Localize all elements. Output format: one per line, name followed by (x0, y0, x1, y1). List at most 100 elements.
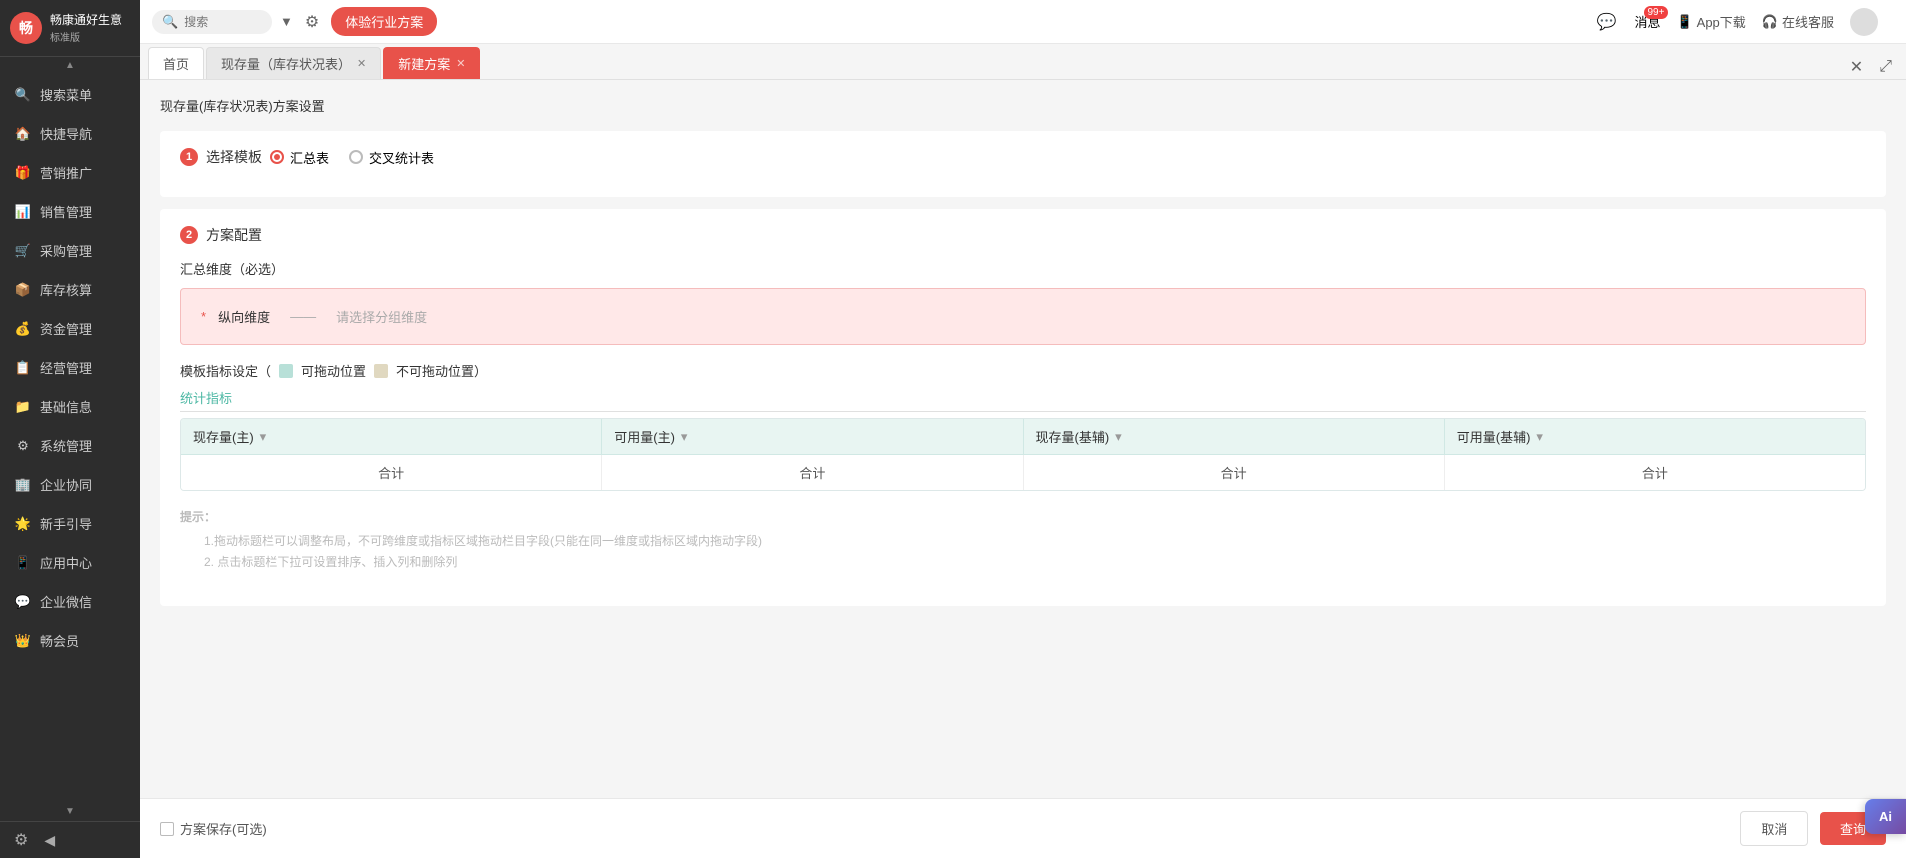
required-mark: * (201, 309, 206, 324)
weixin-icon: 💬 (14, 593, 32, 611)
customer-service-icon: 🎧 (1762, 14, 1778, 30)
tab-new-plan[interactable]: 新建方案✕ (383, 47, 480, 79)
scroll-up-arrow[interactable]: ▲ (65, 61, 75, 71)
sidebar-item-inventory[interactable]: 📦 库存核算 (0, 270, 140, 309)
sidebar-collapse-icon[interactable]: ◀ (44, 832, 55, 849)
member-icon: 👑 (14, 632, 32, 650)
finance-icon: 💰 (14, 320, 32, 338)
sidebar-item-member[interactable]: 👑畅会员 (0, 621, 140, 660)
sidebar-item-sales[interactable]: 📊销售管理 (0, 192, 140, 231)
stats-col-label-2: 现存量(基辅) (1036, 427, 1110, 446)
topbar-dropdown-icon[interactable]: ▼ (280, 14, 293, 29)
tab-label-home: 首页 (163, 54, 189, 73)
industry-solution-button[interactable]: 体验行业方案 (331, 7, 437, 36)
sidebar-item-operations[interactable]: 📋经营管理 (0, 348, 140, 387)
sidebar-item-purchase[interactable]: 🛒采购管理 (0, 231, 140, 270)
tips-area: 提示： 1.拖动标题栏可以调整布局，不可跨维度或指标区域拖动栏目字段(只能在同一… (180, 507, 1866, 574)
search-icon: 🔍 (162, 14, 178, 30)
app-download-link[interactable]: 📱 App下载 (1676, 12, 1745, 31)
sidebar-item-quick-nav[interactable]: 🏠快捷导航 (0, 114, 140, 153)
sidebar-scroll-down[interactable]: ▼ (0, 803, 140, 821)
notification-button[interactable]: 💬 99+ 消息 (1597, 12, 1661, 32)
stats-col-0[interactable]: 现存量(主) ▾ (181, 419, 602, 454)
sidebar-item-system[interactable]: ⚙系统管理 (0, 426, 140, 465)
sidebar: 畅 畅康通好生意 标准版 ▲ 🔍搜索菜单🏠快捷导航 🎁 营销推广 📊销售管理🛒采购管理… (0, 0, 140, 858)
stats-col-label-0: 现存量(主) (193, 427, 254, 446)
stats-col-2[interactable]: 现存量(基辅) ▾ (1024, 419, 1445, 454)
step1-badge: 1 (180, 148, 198, 166)
sidebar-item-basic[interactable]: 📁 基础信息 (0, 387, 140, 426)
sidebar-label-search-menu: 搜索菜单 (40, 85, 92, 104)
sidebar-label-system: 系统管理 (40, 436, 92, 455)
sidebar-settings-icon[interactable]: ⚙ (14, 830, 28, 850)
radio-summary[interactable]: 汇总表 (270, 148, 329, 167)
radio-cross[interactable]: 交叉统计表 (349, 148, 434, 167)
ai-fab-button[interactable]: Ai (1865, 799, 1906, 834)
user-avatar[interactable] (1850, 8, 1878, 36)
sidebar-item-marketing[interactable]: 🎁 营销推广 (0, 153, 140, 192)
tab-inventory-status[interactable]: 现存量（库存状况表）✕ (206, 47, 381, 79)
sidebar-label-basic: 基础信息 (40, 397, 92, 416)
dimension-placeholder: 请选择分组维度 (336, 307, 427, 326)
purchase-icon: 🛒 (14, 242, 32, 260)
sidebar-label-weixin: 企业微信 (40, 592, 92, 611)
stats-col-dropdown-0[interactable]: ▾ (260, 429, 267, 445)
step1-card: 1 选择模板 汇总表 交叉统计表 (160, 131, 1886, 197)
tab-close-new-plan[interactable]: ✕ (456, 57, 465, 70)
sidebar-item-corp[interactable]: 🏢企业协同 (0, 465, 140, 504)
step2-card: 2 方案配置 汇总维度（必选） * 纵向维度 —— 请选择分组维度 模板指标设定… (160, 209, 1886, 606)
bottombar: 方案保存(可选) 取消 查询 (140, 798, 1906, 858)
cancel-button[interactable]: 取消 (1740, 811, 1808, 846)
basic-icon: 📁 (14, 398, 32, 416)
content-area: 现存量(库存状况表)方案设置 1 选择模板 汇总表交叉统计表 2 方案配置 汇总… (140, 80, 1906, 798)
tabbar: 首页现存量（库存状况表）✕新建方案✕✕⤢ (140, 44, 1906, 80)
sidebar-logo: 畅 畅康通好生意 标准版 (0, 0, 140, 57)
corp-icon: 🏢 (14, 476, 32, 494)
save-option[interactable]: 方案保存(可选) (160, 819, 267, 838)
inventory-icon: 📦 (14, 281, 32, 299)
app-logo-icon: 畅 (10, 12, 42, 44)
dimension-label: 纵向维度 (218, 307, 270, 326)
sidebar-scroll-up[interactable]: ▲ (0, 57, 140, 75)
tab-home[interactable]: 首页 (148, 47, 204, 79)
tab-close-all-button[interactable]: ✕ (1844, 55, 1869, 79)
save-label: 方案保存(可选) (180, 819, 267, 838)
search-box[interactable]: 🔍 (152, 10, 272, 34)
sidebar-item-finance[interactable]: 💰资金管理 (0, 309, 140, 348)
stats-section-title: 统计指标 (180, 388, 1866, 412)
step2-badge: 2 (180, 226, 198, 244)
scroll-down-arrow[interactable]: ▼ (65, 807, 75, 817)
sidebar-label-newbie: 新手引导 (40, 514, 92, 533)
stats-col-dropdown-2[interactable]: ▾ (1115, 429, 1122, 445)
stats-table-body: 合计合计合计合计 (181, 454, 1865, 490)
sidebar-item-appstore[interactable]: 📱应用中心 (0, 543, 140, 582)
marketing-icon: 🎁 (14, 164, 32, 182)
operations-icon: 📋 (14, 359, 32, 377)
sidebar-item-search-menu[interactable]: 🔍搜索菜单 (0, 75, 140, 114)
sales-icon: 📊 (14, 203, 32, 221)
stats-cell-1: 合计 (602, 455, 1023, 490)
stats-col-3[interactable]: 可用量(基辅)▾ (1445, 419, 1865, 454)
dimension-divider: —— (290, 309, 316, 324)
sidebar-label-inventory: 库存核算 (40, 280, 92, 299)
stats-col-dropdown-1[interactable]: ▾ (681, 429, 688, 445)
sidebar-item-weixin[interactable]: 💬 企业微信 (0, 582, 140, 621)
sidebar-item-newbie[interactable]: 🌟 新手引导 (0, 504, 140, 543)
sidebar-label-marketing: 营销推广 (40, 163, 92, 182)
sidebar-label-quick-nav: 快捷导航 (40, 124, 92, 143)
tab-close-inventory-status[interactable]: ✕ (357, 57, 366, 70)
step1-title: 选择模板 (206, 147, 262, 167)
stats-cell-2: 合计 (1024, 455, 1445, 490)
newbie-icon: 🌟 (14, 515, 32, 533)
stats-col-dropdown-3[interactable]: ▾ (1536, 429, 1543, 445)
customer-service-link[interactable]: 🎧 在线客服 (1762, 12, 1834, 31)
stats-col-label-1: 可用量(主) (614, 427, 675, 446)
radio-circle-cross (349, 150, 363, 164)
search-input[interactable] (184, 15, 264, 29)
save-checkbox[interactable] (160, 822, 174, 836)
stats-col-1[interactable]: 可用量(主) ▾ (602, 419, 1023, 454)
dimension-area[interactable]: * 纵向维度 —— 请选择分组维度 (180, 288, 1866, 345)
tab-expand-button[interactable]: ⤢ (1873, 56, 1898, 78)
indicator-settings-label: 模板指标设定（ 可拖动位置 不可拖动位置） (180, 361, 1866, 380)
topbar-settings-button[interactable]: ⚙ (301, 8, 323, 36)
